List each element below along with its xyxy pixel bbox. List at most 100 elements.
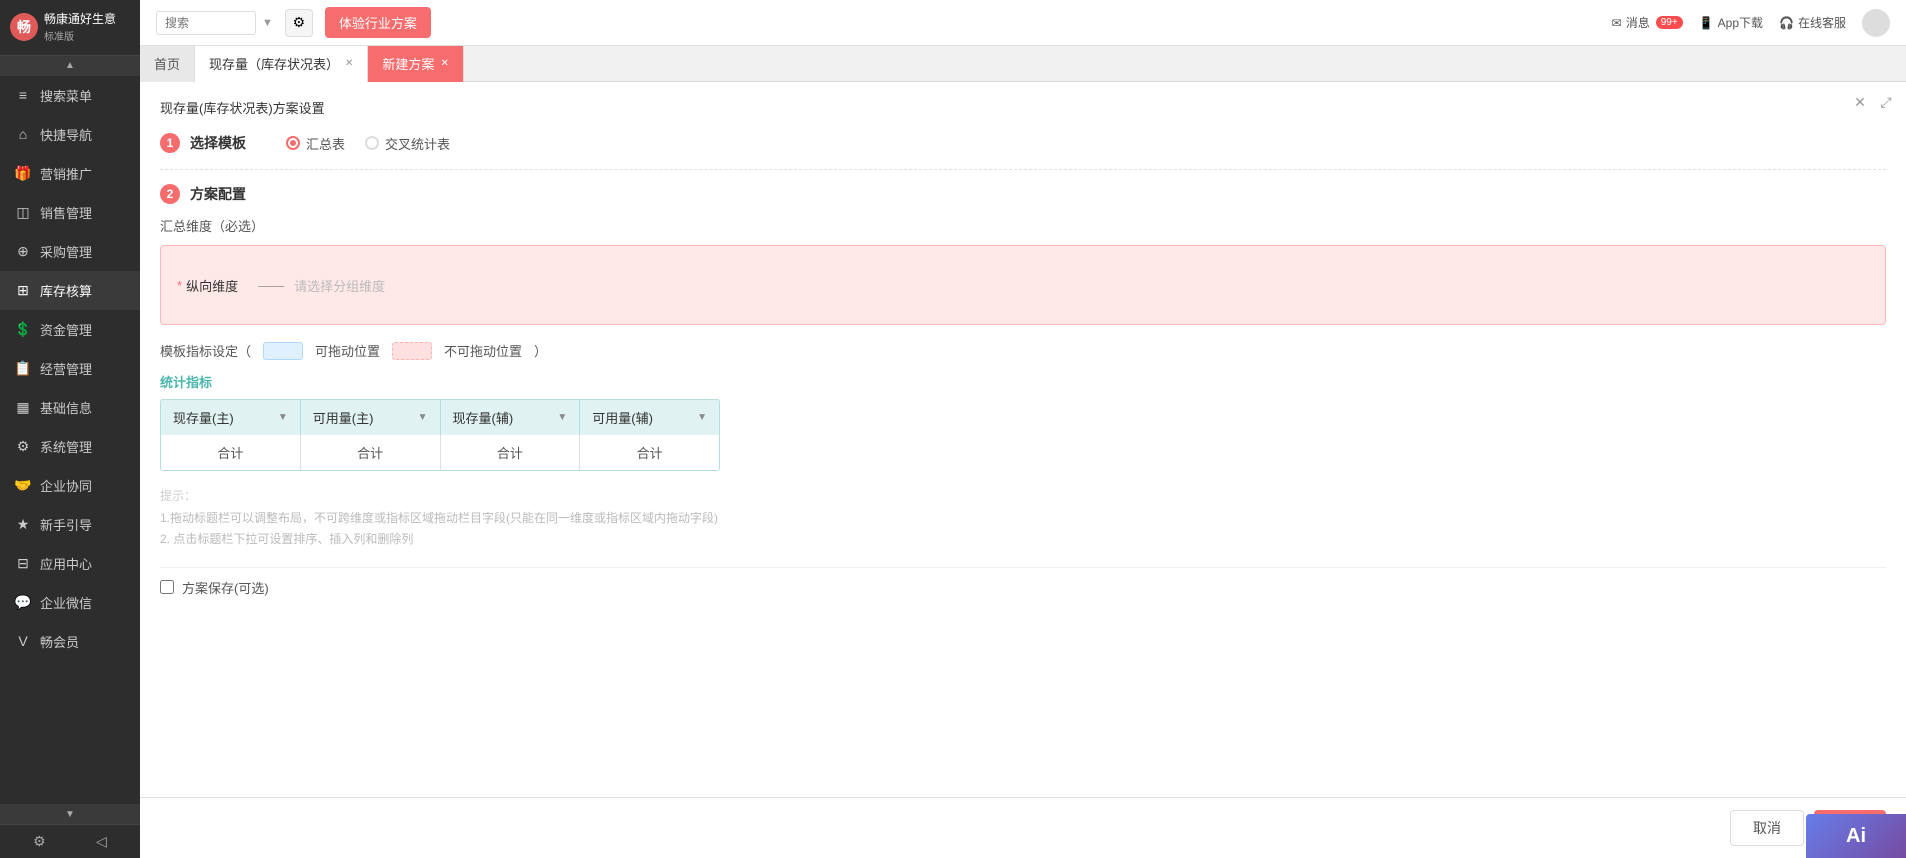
sidebar-item-label: 搜索菜单: [40, 86, 92, 105]
online-service-label: 在线客服: [1798, 14, 1846, 31]
sidebar-item-inventory[interactable]: ⊞ 库存核算: [0, 271, 140, 310]
basic-icon: ▦: [14, 398, 32, 416]
dimension-config-area[interactable]: * 纵向维度 —— 请选择分组维度: [160, 245, 1886, 325]
online-service-button[interactable]: 🎧 在线客服: [1779, 14, 1846, 31]
unmovable-indicator: [392, 342, 432, 360]
sidebar-item-label: 资金管理: [40, 320, 92, 339]
content-area: ✕ ⤢ 现存量(库存状况表)方案设置 1 选择模板 汇总表: [140, 82, 1906, 797]
sidebar-item-label: 畅会员: [40, 632, 79, 651]
tab-home-label: 首页: [154, 54, 180, 73]
col-header-2[interactable]: 现存量(辅) ▼: [441, 400, 581, 435]
sidebar-scroll-down[interactable]: ▼: [0, 804, 140, 824]
member-icon: V: [14, 632, 32, 650]
panel-expand-button[interactable]: ⤢: [1874, 90, 1898, 114]
col-header-3-dropdown-icon[interactable]: ▼: [697, 412, 707, 423]
save-checkbox[interactable]: [160, 580, 174, 594]
col-header-2-dropdown-icon[interactable]: ▼: [557, 412, 567, 423]
sidebar-item-label: 经营管理: [40, 359, 92, 378]
sidebar-settings-icon[interactable]: ⚙: [33, 833, 46, 850]
sidebar-item-purchase[interactable]: ⊕ 采购管理: [0, 232, 140, 271]
step1-section: 1 选择模板 汇总表 交叉统计表: [160, 133, 1886, 153]
search-menu-icon: ≡: [14, 86, 32, 104]
user-avatar[interactable]: [1862, 9, 1890, 37]
settings-gear-icon[interactable]: ⚙: [285, 9, 313, 37]
unmovable-label: 不可拖动位置: [444, 341, 522, 360]
trial-industry-button[interactable]: 体验行业方案: [325, 7, 431, 38]
radio-summary-dot: [286, 136, 300, 150]
col-header-0[interactable]: 现存量(主) ▼: [161, 400, 301, 435]
sidebar-item-wechat[interactable]: 💬 企业微信: [0, 583, 140, 622]
sidebar-sound-icon[interactable]: ◁: [96, 833, 107, 850]
sidebar-item-label: 基础信息: [40, 398, 92, 417]
cancel-button[interactable]: 取消: [1730, 810, 1804, 846]
sidebar-item-operations[interactable]: 📋 经营管理: [0, 349, 140, 388]
sidebar-item-label: 快捷导航: [40, 125, 92, 144]
dimension-field-label: 纵向维度: [186, 276, 238, 295]
sidebar-item-label: 库存核算: [40, 281, 92, 300]
search-input[interactable]: [156, 11, 256, 35]
messages-button[interactable]: ✉ 消息 99+: [1612, 14, 1683, 31]
col-header-0-label: 现存量(主): [173, 408, 234, 427]
col-body-0: 合计: [161, 435, 301, 470]
step2-section: 2 方案配置 汇总维度（必选） * 纵向维度 —— 请选择分组维度 模板指标设定…: [160, 184, 1886, 551]
top-bar-right: ✉ 消息 99+ 📱 App下载 🎧 在线客服: [1612, 9, 1890, 37]
radio-cross-dot: [365, 136, 379, 150]
col-header-0-dropdown-icon[interactable]: ▼: [278, 412, 288, 423]
sidebar-item-finance[interactable]: 💲 资金管理: [0, 310, 140, 349]
main-area: ▼ ⚙ 体验行业方案 ✉ 消息 99+ 📱 App下载 🎧 在线客服 首页: [140, 0, 1906, 858]
inventory-icon: ⊞: [14, 281, 32, 299]
movable-indicator: [263, 342, 303, 360]
app-download-button[interactable]: 📱 App下载: [1699, 14, 1763, 31]
headset-icon: 🎧: [1779, 16, 1794, 30]
sidebar-item-quick-nav[interactable]: ⌂ 快捷导航: [0, 115, 140, 154]
sidebar-item-enterprise[interactable]: 🤝 企业协同: [0, 466, 140, 505]
sidebar-item-marketing[interactable]: 🎁 营销推广: [0, 154, 140, 193]
dimension-section-label: 汇总维度（必选）: [160, 216, 1886, 235]
system-icon: ⚙: [14, 437, 32, 455]
top-bar-search: ▼: [156, 11, 273, 35]
sidebar-item-search[interactable]: ≡ 搜索菜单: [0, 76, 140, 115]
step1-header: 1 选择模板 汇总表 交叉统计表: [160, 133, 1886, 153]
search-dropdown-icon[interactable]: ▼: [262, 17, 273, 29]
stats-table-header: 现存量(主) ▼ 可用量(主) ▼ 现存量(辅) ▼ 可用量(辅): [161, 400, 719, 435]
col-header-3-label: 可用量(辅): [592, 408, 653, 427]
template-indicator-row: 模板指标设定（ 可拖动位置 不可拖动位置 ）: [160, 341, 1886, 360]
sidebar-item-basic[interactable]: ▦ 基础信息: [0, 388, 140, 427]
radio-cross[interactable]: 交叉统计表: [365, 134, 450, 153]
tab-new-scheme-close-icon[interactable]: ✕: [440, 58, 448, 69]
sidebar-item-label: 新手引导: [40, 515, 92, 534]
col-header-1[interactable]: 可用量(主) ▼: [301, 400, 441, 435]
panel-close-button[interactable]: ✕: [1848, 90, 1872, 114]
tab-inventory-label: 现存量（库存状况表）: [209, 54, 339, 73]
radio-summary[interactable]: 汇总表: [286, 134, 345, 153]
col-body-1: 合计: [301, 435, 441, 470]
app-download-icon: 📱: [1699, 16, 1714, 30]
tips-area: 提示： 1.拖动标题栏可以调整布局，不可跨维度或指标区域拖动栏目字段(只能在同一…: [160, 486, 1886, 551]
tip-2: 2. 点击标题栏下拉可设置排序、插入列和删除列: [160, 529, 1886, 551]
tab-inventory-status[interactable]: 现存量（库存状况表） ✕: [195, 46, 368, 82]
sidebar-scroll-up[interactable]: ▲: [0, 56, 140, 76]
purchase-icon: ⊕: [14, 242, 32, 260]
tip-1: 1.拖动标题栏可以调整布局，不可跨维度或指标区域拖动栏目字段(只能在同一维度或指…: [160, 508, 1886, 530]
sidebar-bottom: ⚙ ◁: [0, 824, 140, 858]
dimension-required-marker: *: [177, 278, 182, 293]
col-header-3[interactable]: 可用量(辅) ▼: [580, 400, 719, 435]
tab-inventory-close-icon[interactable]: ✕: [345, 58, 353, 69]
app-name: 畅康通好生意: [44, 12, 116, 28]
top-bar-left: ▼ ⚙ 体验行业方案: [156, 7, 431, 38]
movable-label: 可拖动位置: [315, 341, 380, 360]
sidebar-item-apps[interactable]: ⊟ 应用中心: [0, 544, 140, 583]
tab-home[interactable]: 首页: [140, 46, 195, 82]
messages-badge: 99+: [1656, 16, 1683, 29]
sidebar-item-newbie[interactable]: ★ 新手引导: [0, 505, 140, 544]
tab-new-scheme[interactable]: 新建方案 ✕: [368, 46, 463, 82]
operations-icon: 📋: [14, 359, 32, 377]
panel-controls: ✕ ⤢: [1840, 82, 1906, 122]
col-header-1-dropdown-icon[interactable]: ▼: [418, 412, 428, 423]
sidebar-item-system[interactable]: ⚙ 系统管理: [0, 427, 140, 466]
apps-icon: ⊟: [14, 554, 32, 572]
sidebar-item-member[interactable]: V 畅会员: [0, 622, 140, 661]
ai-float-button[interactable]: Ai: [1806, 814, 1906, 858]
sidebar-item-sales[interactable]: ◫ 销售管理: [0, 193, 140, 232]
save-area: 方案保存(可选): [160, 567, 1886, 607]
